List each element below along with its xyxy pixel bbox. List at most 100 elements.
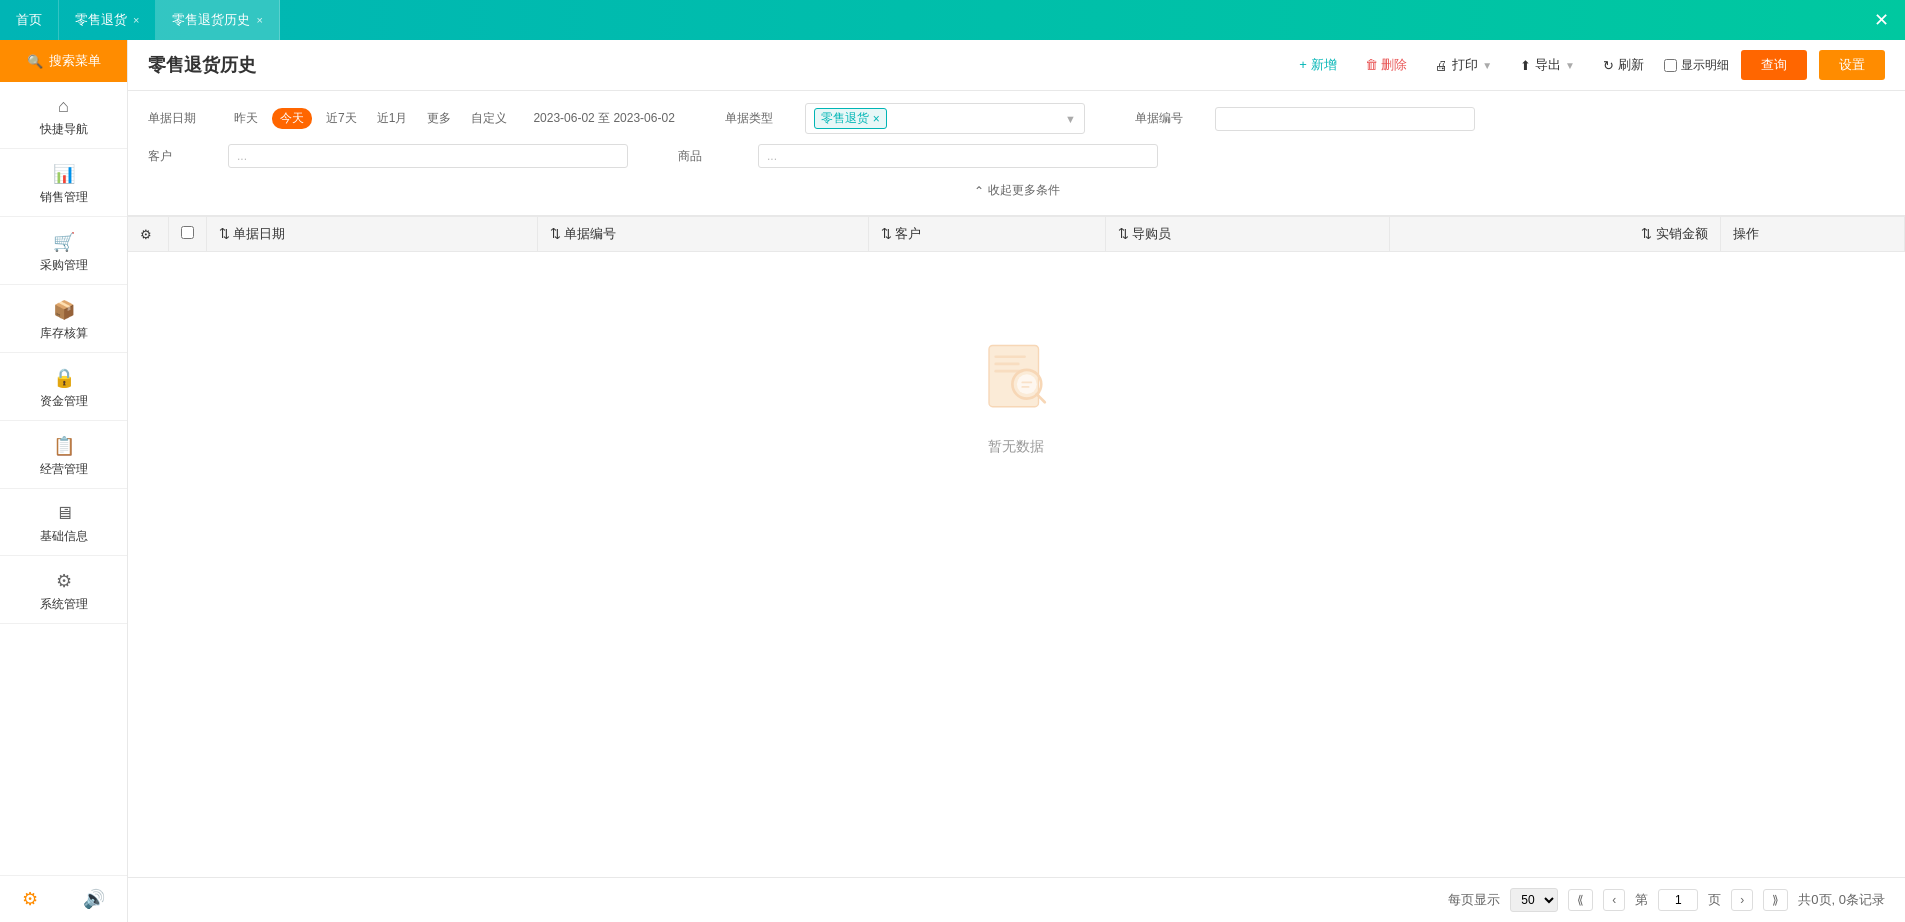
filter-row-2: 客户 ... 商品 ... bbox=[148, 144, 1885, 168]
page-suffix: 页 bbox=[1708, 891, 1721, 909]
tab-home-label: 首页 bbox=[16, 11, 42, 29]
content-area: 零售退货历史 + 新增 🗑 删除 🖨 🖨 打印 打印 ▼ ⬆ 导出 ▼ ↻ bbox=[128, 40, 1905, 922]
th-actions-label: 操作 bbox=[1733, 226, 1759, 241]
refresh-button[interactable]: ↻ 刷新 bbox=[1595, 52, 1652, 78]
type-tag-close[interactable]: × bbox=[873, 112, 880, 126]
search-icon: 🔍 bbox=[27, 54, 43, 69]
total-label: 共0页, 0条记录 bbox=[1798, 891, 1885, 909]
sidebar-item-inventory[interactable]: 📦 库存核算 bbox=[0, 285, 127, 353]
sidebar-bottom: ⚙ 🔊 bbox=[0, 875, 127, 922]
prev-page-button[interactable]: ‹ bbox=[1603, 889, 1625, 911]
svg-rect-7 bbox=[1022, 382, 1033, 384]
collapse-button[interactable]: ⌃ 收起更多条件 bbox=[962, 178, 1072, 203]
goods-filter-select[interactable]: ... bbox=[758, 144, 1158, 168]
top-bar: 首页 零售退货 × 零售退货历史 × ✕ bbox=[0, 0, 1905, 40]
customer-filter-select[interactable]: ... bbox=[228, 144, 628, 168]
sidebar: 🔍 搜索菜单 ⌂ 快捷导航 📊 销售管理 🛒 采购管理 📦 库存核算 🔒 资金管… bbox=[0, 40, 128, 922]
table-settings-icon[interactable]: ⚙ bbox=[140, 227, 152, 242]
th-number-label: ⇅ 单据编号 bbox=[550, 226, 617, 241]
th-customer-label: ⇅ 客户 bbox=[881, 226, 922, 241]
svg-rect-2 bbox=[995, 363, 1020, 366]
tab-retail-return-history-close[interactable]: × bbox=[256, 14, 262, 26]
page-header: 零售退货历史 + 新增 🗑 删除 🖨 🖨 打印 打印 ▼ ⬆ 导出 ▼ ↻ bbox=[128, 40, 1905, 91]
th-date-label: ⇅ 单据日期 bbox=[219, 226, 286, 241]
sales-icon: 📊 bbox=[53, 163, 75, 185]
tab-retail-return-history[interactable]: 零售退货历史 × bbox=[156, 0, 279, 40]
svg-point-5 bbox=[1017, 374, 1037, 394]
date-opt-1month[interactable]: 近1月 bbox=[371, 108, 414, 129]
type-filter-label: 单据类型 bbox=[725, 110, 785, 127]
sidebar-item-ops-mgmt[interactable]: 📋 经营管理 bbox=[0, 421, 127, 489]
sidebar-item-quick-nav[interactable]: ⌂ 快捷导航 bbox=[0, 82, 127, 149]
sidebar-item-inventory-label: 库存核算 bbox=[40, 325, 88, 342]
sidebar-item-finance[interactable]: 🔒 资金管理 bbox=[0, 353, 127, 421]
th-checkbox[interactable] bbox=[168, 217, 206, 252]
svg-rect-1 bbox=[995, 355, 1027, 358]
customer-filter-label: 客户 bbox=[148, 148, 208, 165]
th-number: ⇅ 单据编号 bbox=[537, 217, 868, 252]
date-opt-more[interactable]: 更多 bbox=[421, 108, 457, 129]
number-filter-input[interactable] bbox=[1215, 107, 1475, 131]
sidebar-search-label: 搜索菜单 bbox=[49, 52, 101, 70]
type-tag-label: 零售退货 bbox=[821, 110, 869, 127]
date-filter-label: 单据日期 bbox=[148, 110, 208, 127]
collapse-label: 收起更多条件 bbox=[988, 182, 1060, 199]
add-button[interactable]: + 新增 bbox=[1291, 52, 1344, 78]
type-filter-select[interactable]: 零售退货 × ▼ bbox=[805, 103, 1085, 134]
show-detail-check[interactable] bbox=[1664, 59, 1677, 72]
settings-bottom-icon[interactable]: ⚙ bbox=[22, 888, 38, 910]
sidebar-item-ops-label: 经营管理 bbox=[40, 461, 88, 478]
pagination-bar: 每页显示 50 ⟪ ‹ 第 页 › ⟫ 共0页, 0条记录 bbox=[128, 877, 1905, 922]
date-opt-custom[interactable]: 自定义 bbox=[465, 108, 513, 129]
table-container: ⚙ ⇅ 单据日期 ⇅ 单据编号 ⇅ 客户 bbox=[128, 216, 1905, 877]
chevron-down-icon: ▼ bbox=[1065, 113, 1076, 125]
page-number-input[interactable] bbox=[1658, 889, 1698, 911]
next-page-button[interactable]: › bbox=[1731, 889, 1753, 911]
header-actions: + 新增 🗑 删除 🖨 🖨 打印 打印 ▼ ⬆ 导出 ▼ ↻ 刷新 bbox=[1291, 50, 1885, 80]
sidebar-item-basic-info-label: 基础信息 bbox=[40, 528, 88, 545]
tab-retail-return-history-label: 零售退货历史 bbox=[172, 11, 250, 29]
print-button[interactable]: 🖨 🖨 打印 打印 ▼ bbox=[1427, 52, 1500, 78]
show-detail-checkbox[interactable]: 显示明细 bbox=[1664, 57, 1729, 74]
th-customer: ⇅ 客户 bbox=[868, 217, 1105, 252]
settings-button[interactable]: 设置 bbox=[1819, 50, 1885, 80]
export-button[interactable]: ⬆ 导出 ▼ bbox=[1512, 52, 1583, 78]
empty-row: 暂无数据 bbox=[128, 252, 1905, 537]
sidebar-search[interactable]: 🔍 搜索菜单 bbox=[0, 40, 127, 82]
date-opt-7days[interactable]: 近7天 bbox=[320, 108, 363, 129]
sidebar-item-quick-nav-label: 快捷导航 bbox=[40, 121, 88, 138]
th-date: ⇅ 单据日期 bbox=[206, 217, 537, 252]
page-title: 零售退货历史 bbox=[148, 53, 256, 77]
tab-retail-return-close[interactable]: × bbox=[133, 14, 139, 26]
th-settings[interactable]: ⚙ bbox=[128, 217, 168, 252]
sidebar-item-purchase-label: 采购管理 bbox=[40, 257, 88, 274]
tab-retail-return[interactable]: 零售退货 × bbox=[59, 0, 156, 40]
date-range-display: 2023-06-02 至 2023-06-02 bbox=[533, 110, 674, 127]
volume-icon[interactable]: 🔊 bbox=[83, 888, 105, 910]
sidebar-item-finance-label: 资金管理 bbox=[40, 393, 88, 410]
date-opt-today[interactable]: 今天 bbox=[272, 108, 312, 129]
sidebar-item-basic-info[interactable]: 🖥 基础信息 bbox=[0, 489, 127, 556]
table-header-row: ⚙ ⇅ 单据日期 ⇅ 单据编号 ⇅ 客户 bbox=[128, 217, 1905, 252]
sidebar-item-purchase-mgmt[interactable]: 🛒 采购管理 bbox=[0, 217, 127, 285]
th-actions: 操作 bbox=[1720, 217, 1904, 252]
date-opt-yesterday[interactable]: 昨天 bbox=[228, 108, 264, 129]
window-close-button[interactable]: ✕ bbox=[1858, 9, 1905, 31]
tab-list: 首页 零售退货 × 零售退货历史 × bbox=[0, 0, 1858, 40]
query-button[interactable]: 查询 bbox=[1741, 50, 1807, 80]
collapse-up-icon: ⌃ bbox=[974, 184, 984, 198]
delete-button[interactable]: 🗑 删除 bbox=[1357, 52, 1416, 78]
last-page-button[interactable]: ⟫ bbox=[1763, 889, 1788, 911]
tab-home[interactable]: 首页 bbox=[0, 0, 59, 40]
select-all-checkbox[interactable] bbox=[181, 226, 194, 239]
sidebar-item-sys-mgmt[interactable]: ⚙ 系统管理 bbox=[0, 556, 127, 624]
ops-icon: 📋 bbox=[53, 435, 75, 457]
print-icon: 🖨 bbox=[1435, 58, 1448, 73]
type-tags: 零售退货 × bbox=[814, 108, 887, 129]
first-page-button[interactable]: ⟪ bbox=[1568, 889, 1593, 911]
finance-icon: 🔒 bbox=[53, 367, 75, 389]
page-size-select[interactable]: 50 bbox=[1510, 888, 1558, 912]
sys-icon: ⚙ bbox=[56, 570, 72, 592]
empty-state: 暂无数据 bbox=[128, 252, 1905, 536]
sidebar-item-sales-mgmt[interactable]: 📊 销售管理 bbox=[0, 149, 127, 217]
